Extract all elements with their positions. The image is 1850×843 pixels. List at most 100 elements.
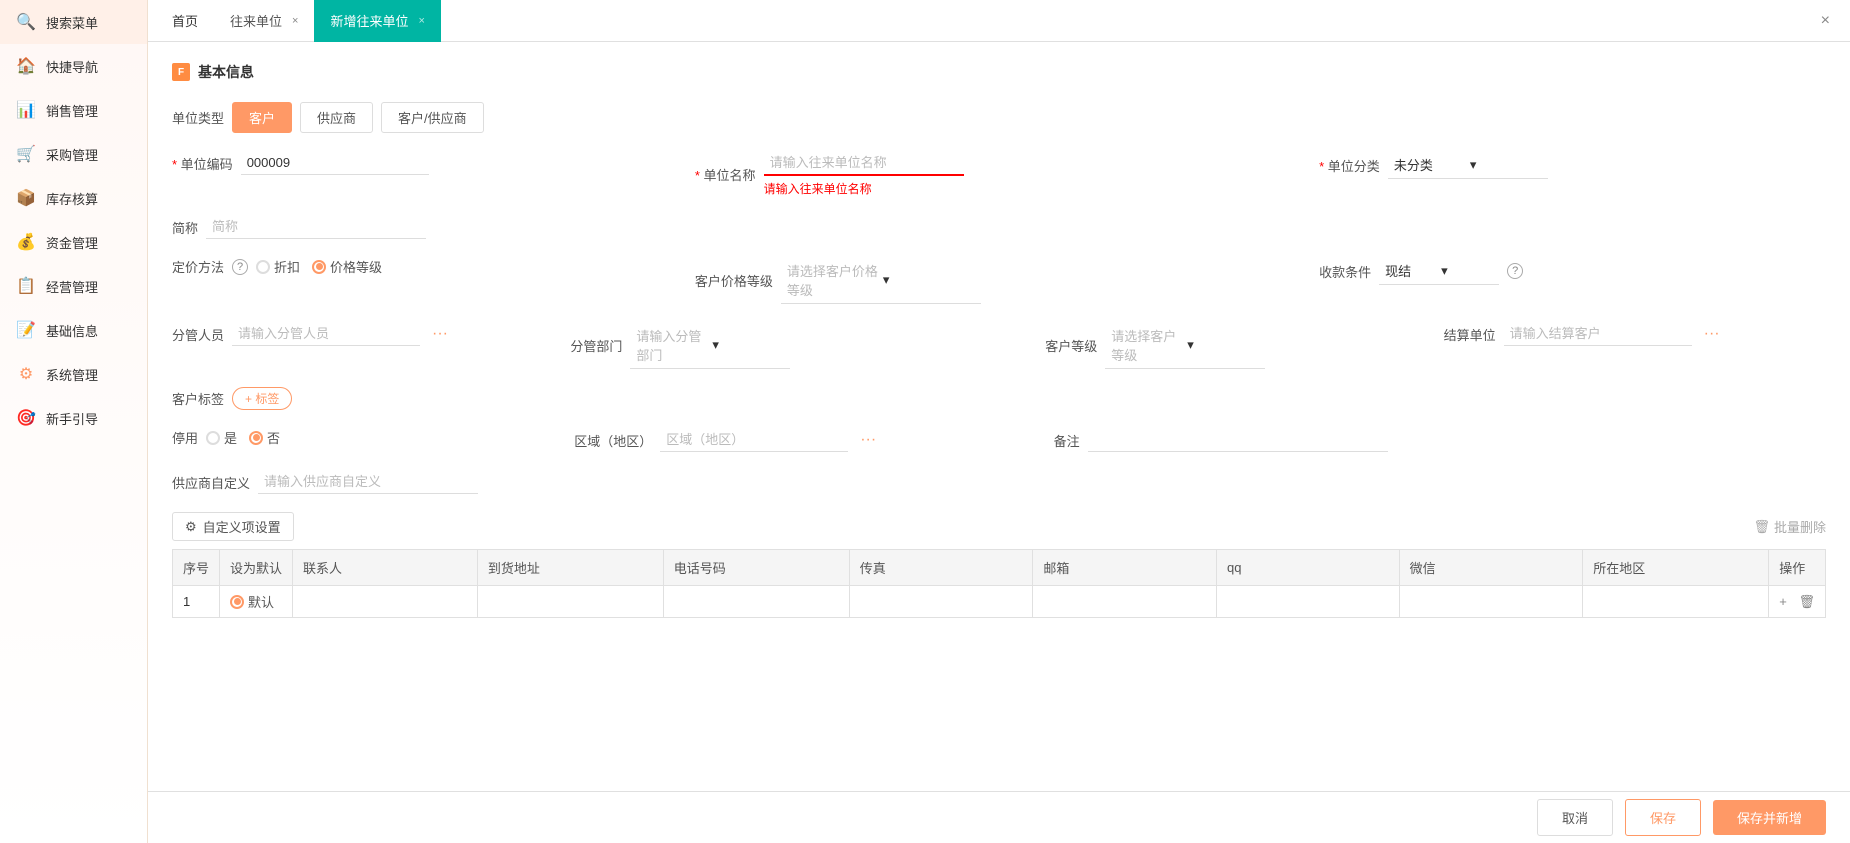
row1-phone-input[interactable] bbox=[674, 594, 839, 609]
sidebar-item-operations[interactable]: 📋 经营管理 bbox=[0, 264, 147, 308]
unit-category-select[interactable]: 未分类 ▾ bbox=[1388, 151, 1548, 179]
customer-level-select[interactable]: 请选择客户等级 ▾ bbox=[1105, 322, 1265, 369]
cell-contact[interactable] bbox=[293, 586, 478, 618]
code-name-category-row: 单位编码 单位名称 请输入往来单位名称 单位分类 未分类 ▾ bbox=[172, 151, 1826, 197]
close-all-tabs-button[interactable]: × bbox=[1809, 12, 1842, 30]
tab-partner-list[interactable]: 往来单位 × bbox=[214, 0, 314, 42]
sidebar-item-quick-nav[interactable]: 🏠 快捷导航 bbox=[0, 44, 147, 88]
sidebar-item-finance[interactable]: 💰 资金管理 bbox=[0, 220, 147, 264]
basic-info-icon: 📝 bbox=[16, 320, 36, 340]
contact-table: 序号 设为默认 联系人 到货地址 电话号码 传真 邮箱 qq 微信 所在地区 操… bbox=[172, 549, 1826, 618]
sidebar-item-system[interactable]: ⚙ 系统管理 bbox=[0, 352, 147, 396]
search-menu-icon: 🔍 bbox=[16, 12, 36, 32]
region-ellipsis[interactable]: ··· bbox=[856, 431, 880, 449]
tab-home[interactable]: 首页 bbox=[156, 0, 214, 42]
sidebar-item-basic-info-label: 基础信息 bbox=[46, 321, 98, 340]
unit-name-label: 单位名称 bbox=[695, 165, 756, 184]
type-btn-customer[interactable]: 客户 bbox=[232, 102, 292, 133]
row1-region-input[interactable] bbox=[1593, 594, 1758, 609]
supplier-custom-label: 供应商自定义 bbox=[172, 473, 250, 492]
sidebar-item-operations-label: 经营管理 bbox=[46, 277, 98, 296]
table-toolbar: ⚙ 自定义项设置 🗑 批量删除 bbox=[172, 512, 1826, 541]
radio-disable-yes[interactable]: 是 bbox=[206, 428, 237, 447]
unit-type-label: 单位类型 bbox=[172, 108, 224, 127]
supplier-custom-input[interactable] bbox=[258, 470, 478, 494]
radio-price-level-label: 价格等级 bbox=[330, 257, 382, 276]
sidebar-item-inventory[interactable]: 📦 库存核算 bbox=[0, 176, 147, 220]
unit-name-wrap: 请输入往来单位名称 bbox=[764, 151, 964, 197]
custom-settings-button[interactable]: ⚙ 自定义项设置 bbox=[172, 512, 294, 541]
tab-new-partner[interactable]: 新增往来单位 × bbox=[314, 0, 440, 42]
batch-delete-button[interactable]: 🗑 批量删除 bbox=[1753, 517, 1826, 536]
sidebar-item-newbie[interactable]: 🎯 新手引导 bbox=[0, 396, 147, 440]
sidebar-item-basic-info[interactable]: 📝 基础信息 bbox=[0, 308, 147, 352]
unit-name-input[interactable] bbox=[764, 151, 964, 176]
form-content: F 基本信息 单位类型 客户 供应商 客户/供应商 单位编码 单位名称 bbox=[148, 42, 1850, 791]
radio-disable-no-label: 否 bbox=[267, 428, 280, 447]
cell-address[interactable] bbox=[477, 586, 663, 618]
customer-price-level-select[interactable]: 请选择客户价格等级 ▾ bbox=[781, 257, 981, 304]
default-radio-group: 默认 bbox=[230, 592, 282, 611]
unit-type-buttons: 客户 供应商 客户/供应商 bbox=[232, 102, 484, 133]
sidebar-item-purchase[interactable]: 🛒 采购管理 bbox=[0, 132, 147, 176]
row1-address-input[interactable] bbox=[488, 594, 653, 609]
payment-terms-select[interactable]: 现结 ▾ bbox=[1379, 257, 1499, 285]
pricing-method-label: 定价方法 bbox=[172, 257, 224, 276]
manager-label: 分管人员 bbox=[172, 325, 224, 344]
col-default: 设为默认 bbox=[220, 550, 293, 586]
unit-category-label: 单位分类 bbox=[1319, 156, 1380, 175]
main-area: 首页 往来单位 × 新增往来单位 × × F 基本信息 单位类型 客户 供应商 … bbox=[148, 0, 1850, 843]
cell-phone[interactable] bbox=[663, 586, 849, 618]
row-delete-icon[interactable]: 🗑 bbox=[1798, 594, 1815, 609]
row-add-icon[interactable]: + bbox=[1779, 594, 1787, 609]
settlement-ellipsis[interactable]: ··· bbox=[1700, 325, 1724, 343]
row1-wechat-input[interactable] bbox=[1410, 594, 1573, 609]
short-name-input[interactable] bbox=[206, 215, 426, 239]
pricing-radio-group: 折扣 价格等级 bbox=[256, 257, 382, 276]
sales-icon: 📊 bbox=[16, 100, 36, 120]
payment-terms-label: 收款条件 bbox=[1319, 262, 1371, 281]
settlement-input[interactable] bbox=[1504, 322, 1692, 346]
type-btn-supplier[interactable]: 供应商 bbox=[300, 102, 373, 133]
unit-code-input[interactable] bbox=[241, 151, 429, 175]
radio-discount[interactable]: 折扣 bbox=[256, 257, 300, 276]
cell-region[interactable] bbox=[1583, 586, 1769, 618]
cell-wechat[interactable] bbox=[1399, 586, 1583, 618]
manager-ellipsis[interactable]: ··· bbox=[428, 325, 452, 343]
region-input[interactable] bbox=[660, 428, 848, 452]
radio-disable-no[interactable]: 否 bbox=[249, 428, 280, 447]
cell-qq[interactable] bbox=[1217, 586, 1400, 618]
cell-email[interactable] bbox=[1033, 586, 1217, 618]
row1-default-label: 默认 bbox=[248, 592, 274, 611]
customer-level-placeholder: 请选择客户等级 bbox=[1111, 326, 1183, 364]
add-tag-button[interactable]: + 标签 bbox=[232, 387, 292, 410]
col-qq: qq bbox=[1217, 550, 1400, 586]
row1-contact-input[interactable] bbox=[303, 594, 467, 609]
customer-level-field: 客户等级 请选择客户等级 ▾ bbox=[1045, 322, 1427, 369]
remark-input[interactable] bbox=[1088, 428, 1388, 452]
sidebar-item-search[interactable]: 🔍 搜索菜单 bbox=[0, 0, 147, 44]
remark-label: 备注 bbox=[1054, 431, 1080, 450]
save-and-new-button[interactable]: 保存并新增 bbox=[1713, 800, 1826, 835]
tab-new-partner-close[interactable]: × bbox=[418, 15, 424, 27]
cell-fax[interactable] bbox=[849, 586, 1033, 618]
save-button[interactable]: 保存 bbox=[1625, 799, 1701, 836]
disable-label: 停用 bbox=[172, 428, 198, 447]
manager-input[interactable] bbox=[232, 322, 420, 346]
sidebar-item-sales[interactable]: 📊 销售管理 bbox=[0, 88, 147, 132]
tab-partner-list-close[interactable]: × bbox=[292, 15, 298, 27]
row1-email-input[interactable] bbox=[1043, 594, 1206, 609]
row1-fax-input[interactable] bbox=[860, 594, 1023, 609]
unit-code-label: 单位编码 bbox=[172, 154, 233, 173]
cancel-button[interactable]: 取消 bbox=[1537, 799, 1613, 836]
row1-default-radio[interactable]: 默认 bbox=[230, 592, 274, 611]
row1-qq-input[interactable] bbox=[1227, 594, 1389, 609]
sidebar: 🔍 搜索菜单 🏠 快捷导航 📊 销售管理 🛒 采购管理 📦 库存核算 💰 资金管… bbox=[0, 0, 148, 843]
dept-select[interactable]: 请输入分管部门 ▾ bbox=[630, 322, 790, 369]
radio-price-level[interactable]: 价格等级 bbox=[312, 257, 382, 276]
pricing-method-help-icon[interactable]: ? bbox=[232, 259, 248, 275]
type-btn-both[interactable]: 客户/供应商 bbox=[381, 102, 484, 133]
customer-tag-label: 客户标签 bbox=[172, 389, 224, 408]
payment-terms-help-icon[interactable]: ? bbox=[1507, 263, 1523, 279]
customer-level-label: 客户等级 bbox=[1045, 336, 1097, 355]
